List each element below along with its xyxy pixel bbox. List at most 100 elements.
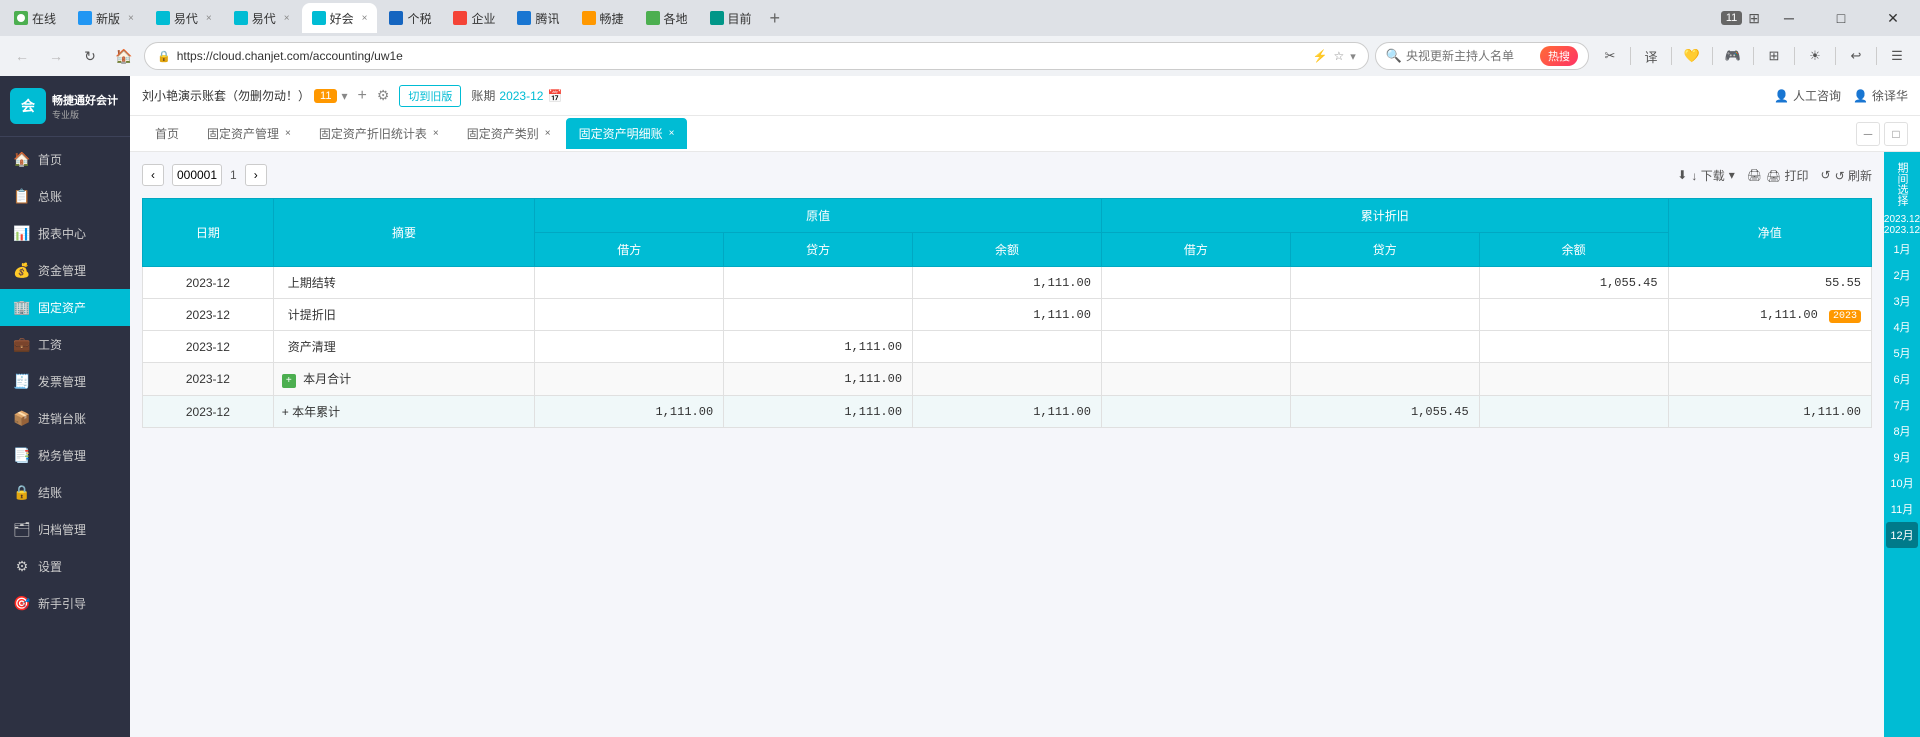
grid-icon[interactable]: ⊞ bbox=[1759, 42, 1789, 70]
page-tab-fixed-mgmt[interactable]: 固定资产管理 × bbox=[194, 118, 304, 149]
sidebar-item-close[interactable]: 🔒 结账 bbox=[0, 474, 130, 511]
header-add-icon[interactable]: + bbox=[357, 87, 366, 105]
tab-close-2[interactable]: × bbox=[128, 13, 134, 24]
month-8[interactable]: 8月 bbox=[1884, 418, 1920, 444]
service-label: 人工咨询 bbox=[1793, 87, 1841, 104]
month-2[interactable]: 2月 bbox=[1884, 262, 1920, 288]
wallet-icon[interactable]: 💛 bbox=[1677, 42, 1707, 70]
sidebar-item-settings[interactable]: ⚙ 设置 bbox=[0, 548, 130, 585]
download-button[interactable]: ⬇ ↓ 下载 ▾ bbox=[1677, 167, 1734, 184]
sidebar-item-inventory[interactable]: 📦 进销台账 bbox=[0, 400, 130, 437]
month-1[interactable]: 1月 bbox=[1884, 236, 1920, 262]
page-tab-close-fixed-mgmt[interactable]: × bbox=[285, 128, 291, 139]
month-7[interactable]: 7月 bbox=[1884, 392, 1920, 418]
sidebar-item-guide[interactable]: 🎯 新手引导 bbox=[0, 585, 130, 622]
month-9[interactable]: 9月 bbox=[1884, 444, 1920, 470]
browser-tab-1[interactable]: 在线 bbox=[4, 3, 66, 33]
month-4[interactable]: 4月 bbox=[1884, 314, 1920, 340]
sidebar-item-fixed-assets[interactable]: 🏢 固定资产 bbox=[0, 289, 130, 326]
page-tab-home[interactable]: 首页 bbox=[142, 118, 192, 149]
sidebar-item-archive[interactable]: 🗂 归档管理 bbox=[0, 511, 130, 548]
sidebar-label-reports: 报表中心 bbox=[38, 225, 86, 242]
refresh-button[interactable]: ↻ bbox=[76, 42, 104, 70]
sidebar-label-fixed-assets: 固定资产 bbox=[38, 299, 86, 316]
browser-tab-8[interactable]: 腾讯 bbox=[507, 3, 569, 33]
guide-icon: 🎯 bbox=[14, 596, 30, 612]
row5-orig-balance: 1,111.00 bbox=[913, 396, 1102, 428]
sidebar-item-ledger[interactable]: 📋 总账 bbox=[0, 178, 130, 215]
game-icon[interactable]: 🎮 bbox=[1718, 42, 1748, 70]
minimize-button[interactable]: ─ bbox=[1766, 0, 1812, 36]
company-selector[interactable]: 刘小艳演示账套（勿删勿动！） 11 ▾ bbox=[142, 87, 347, 104]
bookmark-icon[interactable]: ☆ bbox=[1334, 49, 1345, 63]
hot-search-button[interactable]: 热搜 bbox=[1540, 46, 1578, 66]
browser-tab-11[interactable]: 目前 bbox=[700, 3, 762, 33]
page-tab-close-category[interactable]: × bbox=[545, 128, 551, 139]
tab-close-5[interactable]: × bbox=[362, 13, 368, 24]
search-area[interactable]: 🔍 热搜 bbox=[1375, 42, 1589, 70]
address-text: https://cloud.chanjet.com/accounting/uw1… bbox=[177, 49, 403, 63]
month-12[interactable]: 12月 bbox=[1886, 522, 1918, 548]
prev-page-button[interactable]: ‹ bbox=[142, 164, 164, 186]
sidebar-item-reports[interactable]: 📊 报表中心 bbox=[0, 215, 130, 252]
next-page-button[interactable]: › bbox=[245, 164, 267, 186]
translate-icon[interactable]: 译 bbox=[1636, 42, 1666, 70]
browser-tab-2[interactable]: 新版 × bbox=[68, 3, 144, 33]
period-edit-icon[interactable]: 📅 bbox=[547, 89, 562, 103]
month-3[interactable]: 3月 bbox=[1884, 288, 1920, 314]
page-tab-category[interactable]: 固定资产类别 × bbox=[454, 118, 564, 149]
qr-icon[interactable]: ⚡ bbox=[1313, 49, 1328, 63]
dropdown-icon[interactable]: ▾ bbox=[1350, 50, 1356, 63]
browser-tab-6[interactable]: 个税 bbox=[379, 3, 441, 33]
sidebar-item-funds[interactable]: 💰 资金管理 bbox=[0, 252, 130, 289]
print-button[interactable]: 🖨 🖨 打印 bbox=[1747, 167, 1809, 184]
home-button[interactable]: 🏠 bbox=[110, 42, 138, 70]
browser-tab-3[interactable]: 易代 × bbox=[146, 3, 222, 33]
browser-tab-4[interactable]: 易代 × bbox=[224, 3, 300, 33]
page-number-input[interactable] bbox=[172, 164, 222, 186]
month-10[interactable]: 10月 bbox=[1884, 470, 1920, 496]
sidebar-item-home[interactable]: 🏠 首页 bbox=[0, 141, 130, 178]
browser-tab-9[interactable]: 畅捷 bbox=[572, 3, 634, 33]
search-input[interactable] bbox=[1406, 49, 1536, 63]
tab-grid-icon[interactable]: ⊞ bbox=[1748, 10, 1760, 27]
user-button[interactable]: 👤 徐译华 bbox=[1853, 87, 1908, 104]
scissors-icon[interactable]: ✂ bbox=[1595, 42, 1625, 70]
sidebar-item-tax[interactable]: 📑 税务管理 bbox=[0, 437, 130, 474]
back-button[interactable]: ← bbox=[8, 42, 36, 70]
browser-tab-10[interactable]: 各地 bbox=[636, 3, 698, 33]
header-settings-icon[interactable]: ⚙ bbox=[377, 87, 390, 104]
table-row-yearly-total: 2023-12 + 本年累计 1,111.00 1,111.00 1,111.0… bbox=[143, 396, 1872, 428]
tab-minimize-button[interactable]: ─ bbox=[1856, 122, 1880, 146]
page-tab-close-depreciation[interactable]: × bbox=[433, 128, 439, 139]
sidebar-item-payroll[interactable]: 💼 工资 bbox=[0, 326, 130, 363]
month-11[interactable]: 11月 bbox=[1884, 496, 1920, 522]
maximize-button[interactable]: □ bbox=[1818, 0, 1864, 36]
month-5[interactable]: 5月 bbox=[1884, 340, 1920, 366]
page-num-display: 1 bbox=[230, 168, 237, 182]
address-bar[interactable]: 🔒 https://cloud.chanjet.com/accounting/u… bbox=[144, 42, 1369, 70]
new-tab-button[interactable]: + bbox=[764, 8, 787, 29]
th-net-value: 净值 bbox=[1668, 199, 1871, 267]
month-6[interactable]: 6月 bbox=[1884, 366, 1920, 392]
lock-icon: 🔒 bbox=[157, 50, 171, 63]
page-tab-depreciation[interactable]: 固定资产折旧统计表 × bbox=[306, 118, 452, 149]
brightness-icon[interactable]: ☀ bbox=[1800, 42, 1830, 70]
tab-close-4[interactable]: × bbox=[284, 13, 290, 24]
menu-icon[interactable]: ☰ bbox=[1882, 42, 1912, 70]
browser-tab-5[interactable]: 好会 × bbox=[302, 3, 378, 33]
page-tab-close-detail-ledger[interactable]: × bbox=[669, 128, 675, 139]
close-button[interactable]: ✕ bbox=[1870, 0, 1916, 36]
service-button[interactable]: 👤 人工咨询 bbox=[1774, 87, 1841, 104]
sidebar-item-invoice[interactable]: 🧾 发票管理 bbox=[0, 363, 130, 400]
tab-close-3[interactable]: × bbox=[206, 13, 212, 24]
tab-maximize-button[interactable]: □ bbox=[1884, 122, 1908, 146]
history-icon[interactable]: ↩ bbox=[1841, 42, 1871, 70]
page-tab-detail-ledger[interactable]: 固定资产明细账 × bbox=[566, 118, 688, 149]
switch-version-button[interactable]: 切到旧版 bbox=[399, 85, 461, 107]
refresh-data-button[interactable]: ↺ ↺ 刷新 bbox=[1821, 167, 1872, 184]
download-dropdown-icon[interactable]: ▾ bbox=[1729, 168, 1735, 182]
row4-orig-credit: 1,111.00 bbox=[724, 363, 913, 396]
browser-tab-7[interactable]: 企业 bbox=[443, 3, 505, 33]
forward-button[interactable]: → bbox=[42, 42, 70, 70]
